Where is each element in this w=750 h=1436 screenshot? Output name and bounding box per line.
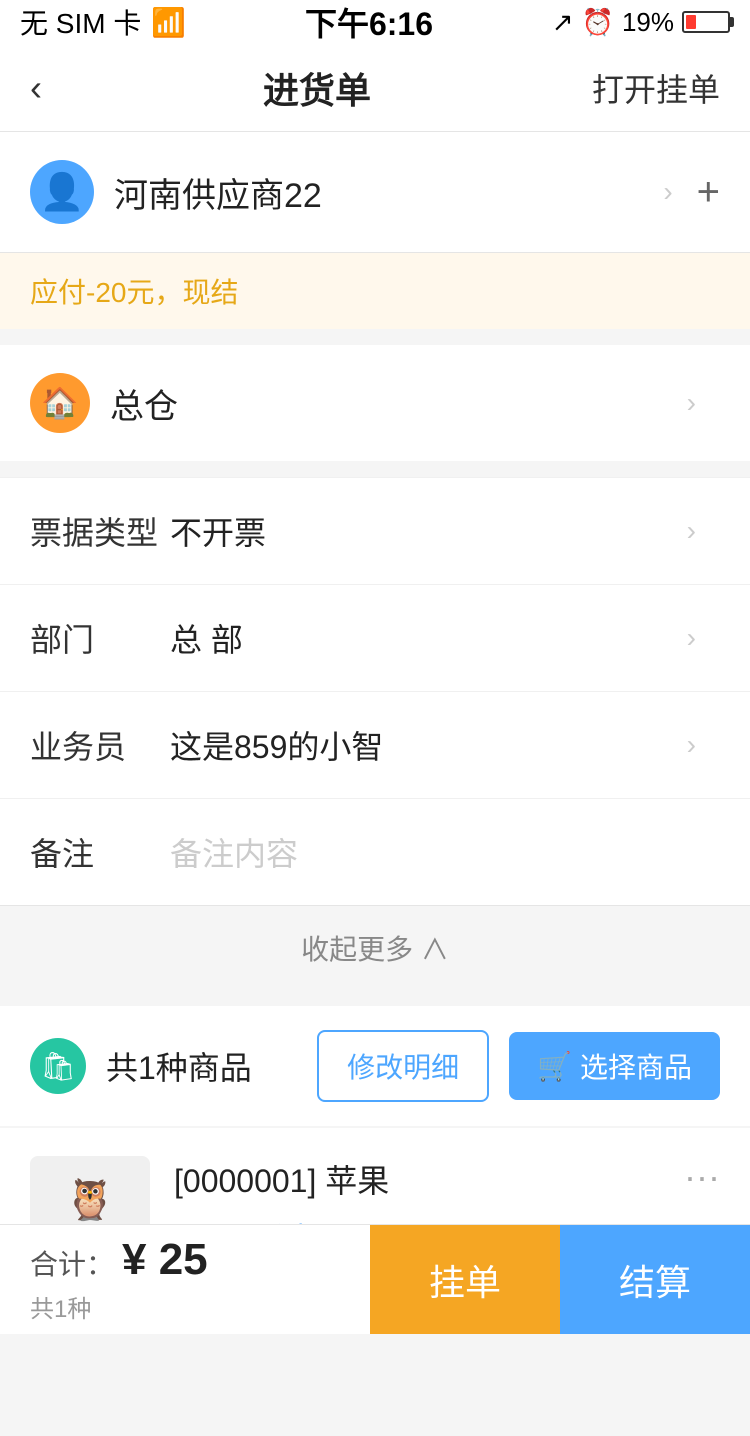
product-name: [0000001] 苹果 — [174, 1156, 660, 1202]
warehouse-icon-symbol: 🏠 — [41, 386, 78, 421]
form-section: 票据类型 不开票 › 部门 总 部 › 业务员 这是859的小智 › 备注 备注… — [0, 477, 750, 990]
battery-icon — [682, 11, 730, 33]
nav-bar: ‹ 进货单 打开挂单 — [0, 44, 750, 132]
edit-detail-button[interactable]: 修改明细 — [317, 1030, 489, 1102]
supplier-chevron-icon: › — [663, 176, 672, 208]
owl-icon: 🦉 — [65, 1176, 115, 1223]
product-icon-symbol: 🛍 — [40, 1050, 76, 1083]
supplier-row[interactable]: 👤 河南供应商22 › + — [0, 132, 750, 253]
collapse-label: 收起更多 ∧ — [301, 934, 449, 965]
select-product-label: 选择商品 — [580, 1046, 692, 1086]
total-section: 合计： ¥ 25 共1种 — [0, 1225, 370, 1334]
wifi-icon: 📶 — [151, 6, 186, 39]
total-amount: ¥ 25 — [122, 1235, 208, 1285]
remark-row[interactable]: 备注 备注内容 — [0, 798, 750, 905]
sales-row[interactable]: 业务员 这是859的小智 › — [0, 691, 750, 798]
status-bar: 无 SIM 卡 📶 下午6:16 ↗ ⏰ 19% — [0, 0, 750, 44]
total-label: 合计： ¥ 25 — [30, 1235, 340, 1285]
invoice-value: 不开票 — [170, 508, 687, 554]
dept-chevron-icon: › — [687, 622, 696, 654]
collapse-bar[interactable]: 收起更多 ∧ — [0, 905, 750, 990]
avatar-icon: 👤 — [40, 171, 85, 213]
back-button[interactable]: ‹ — [30, 67, 42, 109]
invoice-row[interactable]: 票据类型 不开票 › — [0, 477, 750, 584]
add-button[interactable]: + — [697, 170, 720, 215]
invoice-chevron-icon: › — [687, 515, 696, 547]
supplier-section: 👤 河南供应商22 › + 应付-20元，现结 — [0, 132, 750, 329]
carrier-text: 无 SIM 卡 — [20, 2, 141, 42]
battery-fill — [686, 15, 696, 29]
dept-row[interactable]: 部门 总 部 › — [0, 584, 750, 691]
more-button[interactable]: ··· — [684, 1156, 720, 1198]
page-title: 进货单 — [263, 62, 371, 114]
pending-button[interactable]: 挂单 — [370, 1225, 560, 1334]
remark-label: 备注 — [30, 829, 170, 875]
location-icon: ↗ — [552, 7, 574, 38]
warehouse-row[interactable]: 🏠 总仓 › — [0, 345, 750, 461]
warehouse-name: 总仓 — [110, 379, 687, 428]
bottom-bar: 合计： ¥ 25 共1种 挂单 结算 — [0, 1224, 750, 1334]
select-product-button[interactable]: 🛒 选择商品 — [509, 1032, 720, 1100]
status-right: ↗ ⏰ 19% — [552, 7, 730, 38]
warehouse-section: 🏠 总仓 › — [0, 345, 750, 461]
checkout-button[interactable]: 结算 — [560, 1225, 750, 1334]
product-header: 🛍 共1种商品 修改明细 🛒 选择商品 — [0, 1006, 750, 1126]
supplier-alert: 应付-20元，现结 — [0, 253, 750, 329]
total-label-text: 合计： — [30, 1243, 114, 1283]
product-count-icon: 🛍 — [30, 1038, 86, 1094]
sales-label: 业务员 — [30, 722, 170, 768]
product-code: [0000001] — [174, 1163, 316, 1199]
total-count: 共1种 — [30, 1289, 340, 1324]
status-time: 下午6:16 — [305, 0, 433, 45]
dept-value: 总 部 — [170, 615, 687, 661]
sales-chevron-icon: › — [687, 729, 696, 761]
warehouse-icon: 🏠 — [30, 373, 90, 433]
supplier-avatar: 👤 — [30, 160, 94, 224]
status-left: 无 SIM 卡 📶 — [20, 2, 186, 42]
remark-input[interactable]: 备注内容 — [170, 829, 720, 875]
product-title: 苹果 — [325, 1163, 389, 1199]
supplier-name: 河南供应商22 — [114, 168, 663, 217]
alarm-icon: ⏰ — [582, 7, 614, 38]
cart-icon: 🛒 — [537, 1050, 572, 1083]
invoice-label: 票据类型 — [30, 508, 170, 554]
product-count-label: 共1种商品 — [106, 1043, 297, 1089]
dept-label: 部门 — [30, 615, 170, 661]
open-pending-button[interactable]: 打开挂单 — [592, 65, 720, 111]
sales-value: 这是859的小智 — [170, 722, 687, 768]
battery-text: 19% — [622, 7, 674, 38]
warehouse-chevron-icon: › — [687, 387, 696, 419]
